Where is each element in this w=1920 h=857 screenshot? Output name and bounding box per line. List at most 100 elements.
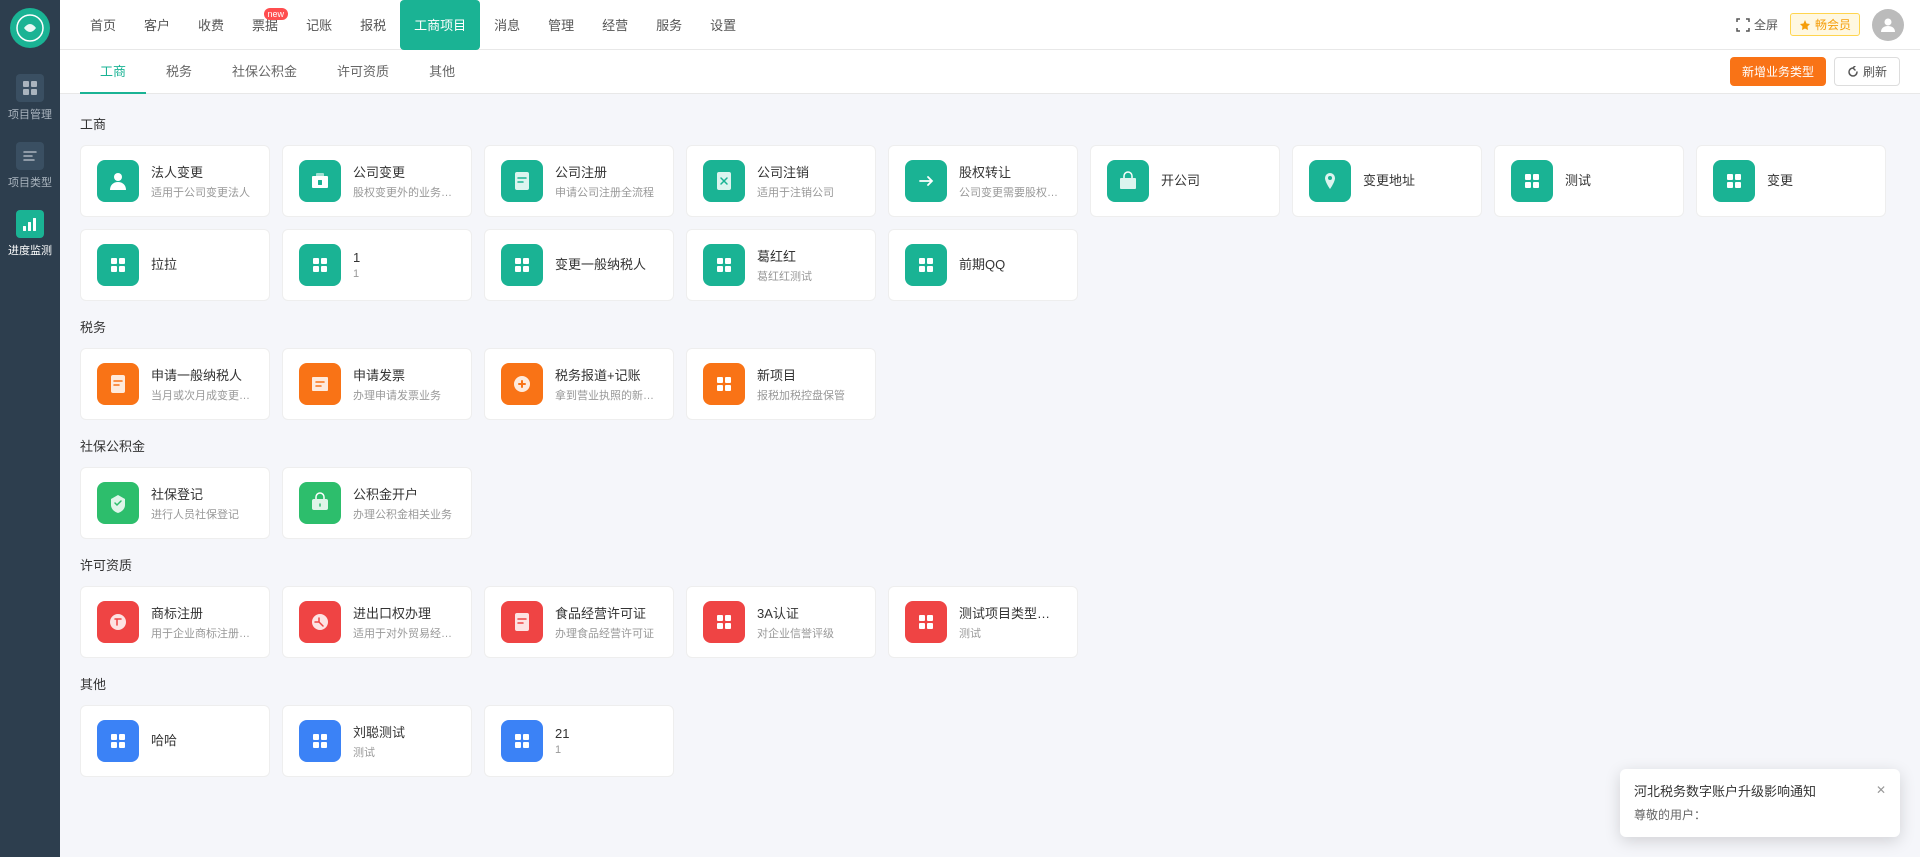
card-icon-shebao <box>97 482 139 524</box>
notification-popup: 河北税务数字账户升级影响通知 ✕ 尊敬的用户： <box>1620 769 1900 837</box>
tab-xuke[interactable]: 许可资质 <box>317 50 409 94</box>
card-xin-xiangmu[interactable]: 新项目 报税加税控盘保管 <box>686 348 876 420</box>
card-test-type[interactable]: 测试项目类型目定义 测试 <box>888 586 1078 658</box>
nav-settings[interactable]: 设置 <box>696 0 750 50</box>
card-qianqi-qq[interactable]: 前期QQ <box>888 229 1078 301</box>
card-grid-shebao: 社保登记 进行人员社保登记 公积金开户 办理公积金相关业务 <box>80 467 1900 539</box>
card-shuiwu-jizhang[interactable]: 税务报道+记账 拿到营业执照的新公司 <box>484 348 674 420</box>
nav-customer[interactable]: 客户 <box>130 0 184 50</box>
project-manage-icon <box>16 74 44 102</box>
tab-shuiwu[interactable]: 税务 <box>146 50 212 94</box>
card-icon-ceshi <box>1511 160 1553 202</box>
nav-bookkeeping[interactable]: 记账 <box>292 0 346 50</box>
card-icon-shenqing-yiban <box>97 363 139 405</box>
card-icon-haha <box>97 720 139 762</box>
tab-other[interactable]: 其他 <box>409 50 475 94</box>
card-21[interactable]: 21 1 <box>484 705 674 777</box>
sidebar-item-progress[interactable]: 进度监测 <box>0 200 60 268</box>
sidebar: 项目管理 项目类型 进度监测 <box>0 0 60 857</box>
card-shipin-xuke[interactable]: 食品经营许可证 办理食品经营许可证 <box>484 586 674 658</box>
nav-home[interactable]: 首页 <box>76 0 130 50</box>
nav-fee[interactable]: 收费 <box>184 0 238 50</box>
nav-business[interactable]: 工商项目 <box>400 0 480 50</box>
card-faren-biangeng[interactable]: 法人变更 适用于公司变更法人 <box>80 145 270 217</box>
card-icon-xin-xiangmu <box>703 363 745 405</box>
content: 工商 税务 社保公积金 许可资质 其他 新增业务类型 <box>60 50 1920 857</box>
tab-gongshang[interactable]: 工商 <box>80 50 146 94</box>
card-icon-gongsi-biangengg <box>299 160 341 202</box>
card-gongjijin-kaihu[interactable]: 公积金开户 办理公积金相关业务 <box>282 467 472 539</box>
content-scroll: 工商 法人变更 适用于公司变更法人 <box>60 94 1920 809</box>
card-liucong-test[interactable]: 刘聪测试 测试 <box>282 705 472 777</box>
add-type-button[interactable]: 新增业务类型 <box>1730 57 1826 86</box>
sidebar-item-label: 项目类型 <box>8 174 52 190</box>
notification-close-button[interactable]: ✕ <box>1876 783 1886 797</box>
card-gongsi-zhuxiao[interactable]: 公司注销 适用于注销公司 <box>686 145 876 217</box>
section-title-xuke: 许可资质 <box>80 555 1900 574</box>
card-icon-21 <box>501 720 543 762</box>
card-biangeng-dizhi[interactable]: 变更地址 <box>1292 145 1482 217</box>
notification-text: 尊敬的用户： <box>1634 806 1886 825</box>
main-wrapper: 首页 客户 收费 票据 new 记账 报税 工商项目 消息 管理 经营 <box>60 0 1920 857</box>
nav-tax[interactable]: 报税 <box>346 0 400 50</box>
nav-operation[interactable]: 经营 <box>588 0 642 50</box>
section-title-shebao: 社保公积金 <box>80 436 1900 455</box>
project-type-icon <box>16 142 44 170</box>
card-icon-zhuce <box>501 160 543 202</box>
card-icon-shipin <box>501 601 543 643</box>
card-grid-other: 哈哈 刘聪测试 测试 <box>80 705 1900 777</box>
card-gehonghong[interactable]: 葛红红 葛红红测试 <box>686 229 876 301</box>
card-biangeng2[interactable]: 变更 <box>1696 145 1886 217</box>
sidebar-item-label: 项目管理 <box>8 106 52 122</box>
nav-actions: 全屏 畅会员 <box>1736 9 1904 41</box>
card-shenqing-fapiao[interactable]: 申请发票 办理申请发票业务 <box>282 348 472 420</box>
nav-message[interactable]: 消息 <box>480 0 534 50</box>
section-title-shuiwu: 税务 <box>80 317 1900 336</box>
page-area: 工商 税务 社保公积金 许可资质 其他 新增业务类型 <box>60 50 1920 857</box>
card-jinchukouquan[interactable]: 进出口权办理 适用于对外贸易经营者 <box>282 586 472 658</box>
fullscreen-btn[interactable]: 全屏 <box>1736 16 1778 33</box>
card-gongsi-zhuce[interactable]: 公司注册 申请公司注册全流程 <box>484 145 674 217</box>
section-title-other: 其他 <box>80 674 1900 693</box>
sidebar-item-label: 进度监测 <box>8 242 52 258</box>
card-icon-liucong <box>299 720 341 762</box>
card-shebao-dengji[interactable]: 社保登记 进行人员社保登记 <box>80 467 270 539</box>
nav-manage[interactable]: 管理 <box>534 0 588 50</box>
card-biangeng-yiban[interactable]: 变更一般纳税人 <box>484 229 674 301</box>
card-icon-one <box>299 244 341 286</box>
card-shangbiao-zhuce[interactable]: 商标注册 用于企业商标注册服务 <box>80 586 270 658</box>
card-kai-gongsi[interactable]: 开公司 <box>1090 145 1280 217</box>
card-icon-lala <box>97 244 139 286</box>
tab-bar: 工商 税务 社保公积金 许可资质 其他 新增业务类型 <box>60 50 1920 94</box>
refresh-button[interactable]: 刷新 <box>1834 57 1900 86</box>
tab-actions: 新增业务类型 刷新 <box>1730 57 1900 86</box>
card-icon-gehonghong <box>703 244 745 286</box>
card-grid-gongshang: 法人变更 适用于公司变更法人 公司变更 股权变更外的业务变更 <box>80 145 1900 301</box>
sidebar-item-project-manage[interactable]: 项目管理 <box>0 64 60 132</box>
card-shenqing-yiban[interactable]: 申请一般纳税人 当月或次月成变更完成 <box>80 348 270 420</box>
sidebar-item-project-type[interactable]: 项目类型 <box>0 132 60 200</box>
card-icon-kai <box>1107 160 1149 202</box>
card-icon-fapiao <box>299 363 341 405</box>
nav-service[interactable]: 服务 <box>642 0 696 50</box>
card-icon-biangeng2 <box>1713 160 1755 202</box>
card-grid-xuke: 商标注册 用于企业商标注册服务 进出口权办理 适用于对外贸易经营者 <box>80 586 1900 658</box>
card-guquan-zhuanrang[interactable]: 股权转让 公司变更需要股权转让 <box>888 145 1078 217</box>
card-icon-gongjijin <box>299 482 341 524</box>
card-one[interactable]: 1 1 <box>282 229 472 301</box>
card-icon-test-type <box>905 601 947 643</box>
app-logo <box>10 8 50 48</box>
card-icon-zhuxiao <box>703 160 745 202</box>
card-icon-dizhi <box>1309 160 1351 202</box>
user-avatar[interactable] <box>1872 9 1904 41</box>
card-3a-renzheng[interactable]: 3A认证 对企业信誉评级 <box>686 586 876 658</box>
card-ceshi[interactable]: 测试 <box>1494 145 1684 217</box>
nav-ticket[interactable]: 票据 new <box>238 0 292 50</box>
tab-shebao[interactable]: 社保公积金 <box>212 50 317 94</box>
card-haha[interactable]: 哈哈 <box>80 705 270 777</box>
card-icon-faren <box>97 160 139 202</box>
new-badge: new <box>264 8 289 20</box>
vip-btn[interactable]: 畅会员 <box>1790 13 1860 36</box>
card-lala[interactable]: 拉拉 <box>80 229 270 301</box>
card-gongsi-biangeng[interactable]: 公司变更 股权变更外的业务变更 <box>282 145 472 217</box>
